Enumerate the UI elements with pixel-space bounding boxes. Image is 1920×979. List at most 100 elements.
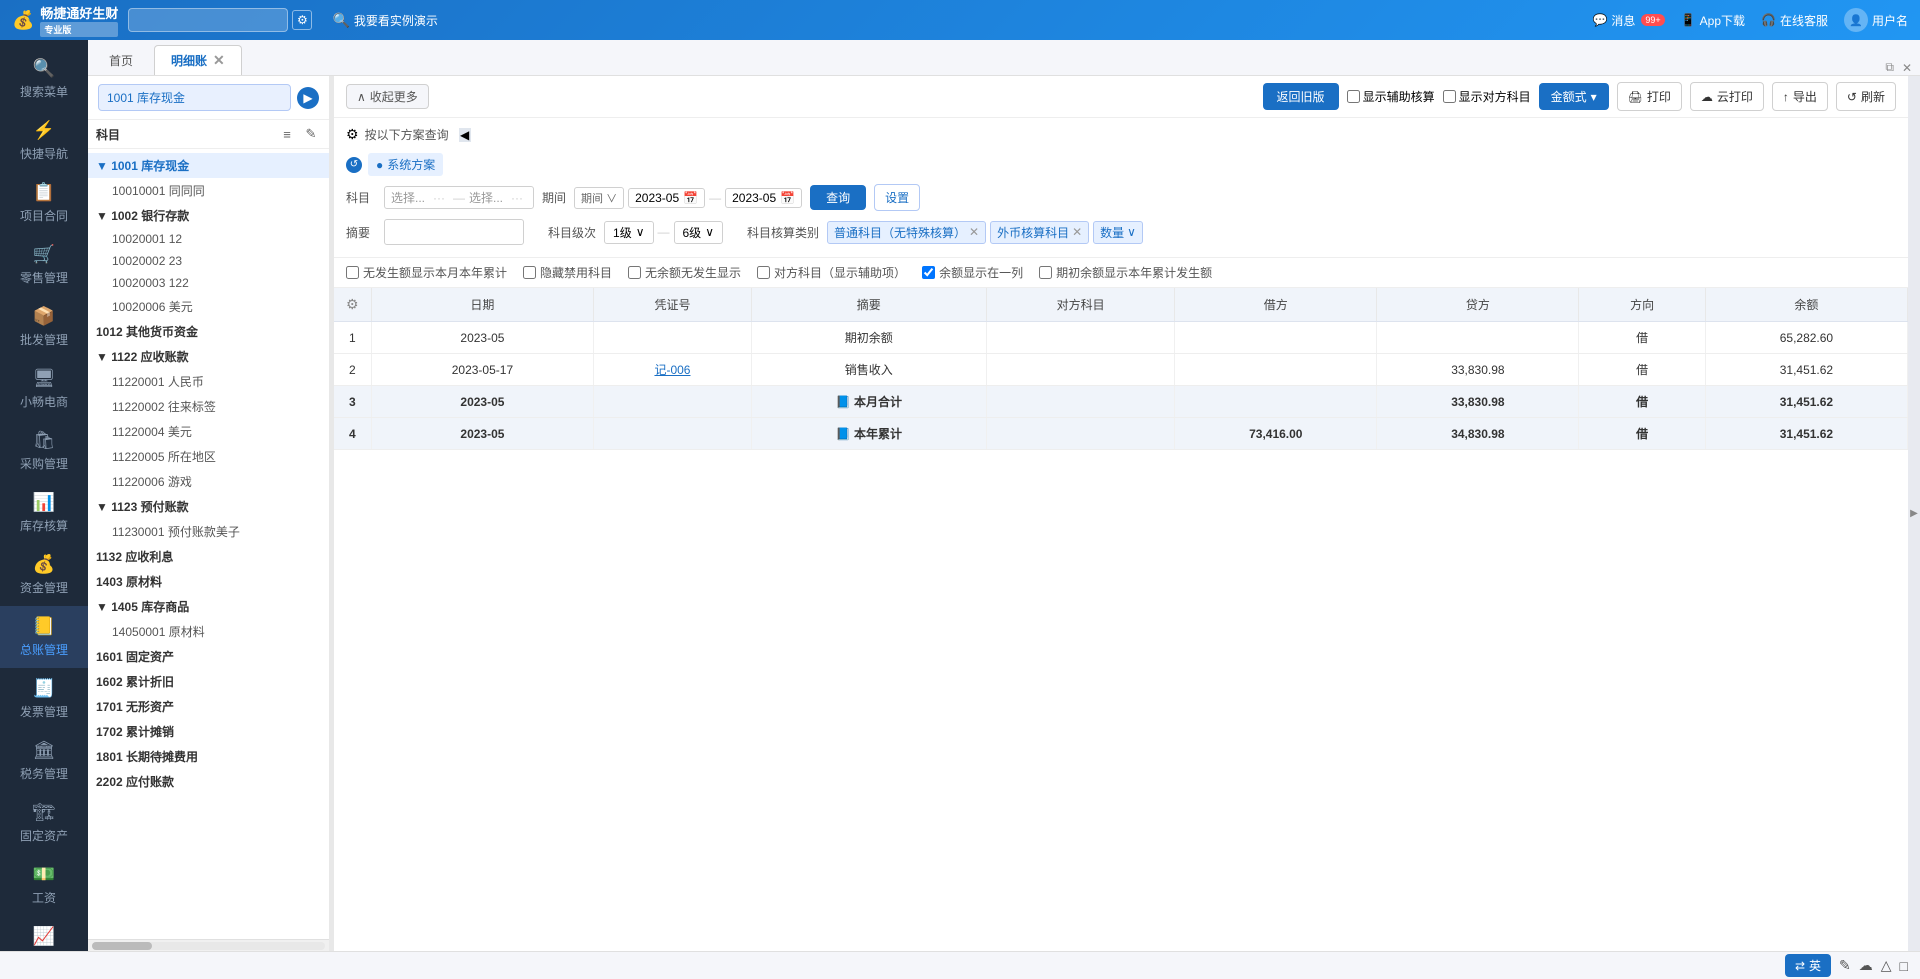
tree-item-1801[interactable]: 1801 长期待摊费用 [88,744,329,769]
summary-input[interactable] [384,219,524,245]
tree-item-14050001[interactable]: 14050001 原材料 [88,619,329,644]
edit-icon[interactable]: ✎ [1839,957,1851,974]
type-tag2-remove[interactable]: ✕ [1072,225,1082,239]
sidebar-item-fixed-assets[interactable]: 🏗 固定资产 [0,792,88,854]
tree-item-10020001[interactable]: 10020001 12 [88,228,329,250]
checkbox-one-col-input[interactable] [922,266,935,279]
return-old-btn[interactable]: 返回旧版 [1263,83,1339,110]
tree-item-10010001[interactable]: 10010001 同同同 [88,178,329,203]
tree-item-1123[interactable]: ▼ 1123 预付账款 [88,494,329,519]
sidebar-item-tax[interactable]: 🏛 税务管理 [0,730,88,792]
message-btn[interactable]: 💬 消息 99+ [1592,12,1664,29]
tree-item-1122[interactable]: ▼ 1122 应收账款 [88,344,329,369]
cloud-icon[interactable]: ☁ [1859,957,1873,974]
level-end-select[interactable]: 6级 ∨ [674,221,723,244]
settings-circle-icon[interactable]: ⚙ [346,126,359,143]
show-opposite-input[interactable] [1443,90,1456,103]
tree-item-11220005[interactable]: 11220005 所在地区 [88,444,329,469]
tree-item-10020002[interactable]: 10020002 23 [88,250,329,272]
tree-item-11230001[interactable]: 11230001 预付账款美子 [88,519,329,544]
tree-item-11220002[interactable]: 11220002 往来标签 [88,394,329,419]
amount-format-dropdown[interactable]: 金额式 ▾ [1539,83,1609,110]
sidebar-item-ecommerce[interactable]: 🖥 小畅电商 [0,358,88,420]
expand-btn[interactable]: ∧ 收起更多 [346,84,429,109]
sidebar-item-retail[interactable]: 🛒 零售管理 [0,234,88,296]
period-start-input[interactable]: 2023-05 📅 [628,188,705,208]
toolbar-list-icon[interactable]: ≡ [277,124,297,144]
toolbar-edit-icon[interactable]: ✎ [301,124,321,144]
tree-item-1012[interactable]: 1012 其他货币资金 [88,319,329,344]
tree-item-11220004[interactable]: 11220004 美元 [88,419,329,444]
tree-item-1405[interactable]: ▼ 1405 库存商品 [88,594,329,619]
subject-selector[interactable]: 1001 库存现金 [98,84,291,111]
tree-item-10020006[interactable]: 10020006 美元 [88,294,329,319]
print-btn[interactable]: 🖨 打印 [1617,82,1682,111]
window-restore-icon[interactable]: ⧉ [1885,60,1894,75]
tree-item-1002[interactable]: ▼ 1002 银行存款 [88,203,329,228]
scheme-refresh-icon[interactable]: ↺ [346,157,362,173]
top-search-input[interactable] [128,8,288,32]
window-close-icon[interactable]: ✕ [1902,61,1912,75]
sidebar-item-ledger[interactable]: 📒 总账管理 [0,606,88,668]
tab-close-icon[interactable]: ✕ [213,52,225,69]
tree-item-2202[interactable]: 2202 应付账款 [88,769,329,794]
export-btn[interactable]: ↑ 导出 [1772,82,1828,111]
sidebar-item-invoice[interactable]: 🧾 发票管理 [0,668,88,730]
checkbox-period-balance-input[interactable] [1039,266,1052,279]
show-aux-checkbox[interactable]: 显示辅助核算 [1347,88,1435,105]
sidebar-item-wholesale[interactable]: 📦 批发管理 [0,296,88,358]
app-download-btn[interactable]: 📱 App下载 [1681,12,1745,29]
type-tag3-dropdown[interactable]: ∨ [1127,225,1136,239]
show-aux-input[interactable] [1347,90,1360,103]
tree-item-11220001[interactable]: 11220001 人民币 [88,369,329,394]
checkbox-no-balance2-input[interactable] [628,266,641,279]
tree-item-1601[interactable]: 1601 固定资产 [88,644,329,669]
period-mode-selector[interactable]: 期间 ∨ [574,187,624,209]
cloud-print-btn[interactable]: ☁ 云打印 [1690,82,1764,111]
checkbox-no-balance[interactable]: 无发生额显示本月本年累计 [346,264,507,281]
tree-item-1132[interactable]: 1132 应收利息 [88,544,329,569]
triangle-icon[interactable]: △ [1881,957,1892,974]
online-service-btn[interactable]: 🎧 在线客服 [1761,12,1828,29]
subject-input-area[interactable]: 选择... ··· — 选择... ··· [384,186,534,209]
collapse-arrow[interactable]: ◀ [459,128,471,142]
user-area[interactable]: 👤 用户名 [1844,8,1908,32]
tree-item-1403[interactable]: 1403 原材料 [88,569,329,594]
system-scheme-btn[interactable]: ● 系统方案 [368,153,443,176]
tree-item-1701[interactable]: 1701 无形资产 [88,694,329,719]
checkbox-hide-disabled[interactable]: 隐藏禁用科目 [523,264,612,281]
checkbox-opposite[interactable]: 对方科目（显示辅助项） [757,264,906,281]
type-tag1-remove[interactable]: ✕ [969,225,979,239]
level-start-select[interactable]: 1级 ∨ [604,221,653,244]
search-btn[interactable]: 查询 [810,185,866,210]
tree-item-1702[interactable]: 1702 累计摊销 [88,719,329,744]
sidebar-item-operations[interactable]: 📈 经营管理 [0,916,88,951]
right-collapse-handle[interactable]: ▶ [1908,76,1920,951]
checkbox-hide-disabled-input[interactable] [523,266,536,279]
sidebar-item-project[interactable]: 📋 项目合同 [0,172,88,234]
checkbox-period-balance[interactable]: 期初余额显示本年累计发生额 [1039,264,1212,281]
sidebar-item-purchase[interactable]: 🛍 采购管理 [0,420,88,482]
checkbox-opposite-input[interactable] [757,266,770,279]
refresh-btn[interactable]: ↺ 刷新 [1836,82,1896,111]
tab-home[interactable]: 首页 [92,45,150,75]
checkbox-one-col[interactable]: 余额显示在一列 [922,264,1023,281]
checkbox-no-balance2[interactable]: 无余额无发生显示 [628,264,741,281]
tree-item-11220006[interactable]: 11220006 游戏 [88,469,329,494]
next-subject-btn[interactable]: ▶ [297,87,319,109]
tree-item-10020003[interactable]: 10020003 122 [88,272,329,294]
demo-link[interactable]: 🔍 我要看实例演示 [332,12,437,29]
tab-ledger[interactable]: 明细账 ✕ [154,45,242,75]
tree-scrollbar[interactable] [88,939,329,951]
sidebar-item-quicknav[interactable]: ⚡ 快捷导航 [0,110,88,172]
voucher-link[interactable]: 记-006 [654,363,690,377]
show-opposite-checkbox[interactable]: 显示对方科目 [1443,88,1531,105]
sidebar-item-payroll[interactable]: 💵 工资 [0,854,88,916]
search-settings-icon[interactable]: ⚙ [292,10,312,30]
checkbox-no-balance-input[interactable] [346,266,359,279]
period-end-input[interactable]: 2023-05 📅 [725,188,802,208]
table-gear-icon[interactable]: ⚙ [346,296,359,312]
sidebar-item-inventory[interactable]: 📊 库存核算 [0,482,88,544]
language-btn[interactable]: ⇄ 英 [1785,954,1831,977]
settings-btn[interactable]: 设置 [874,184,920,211]
